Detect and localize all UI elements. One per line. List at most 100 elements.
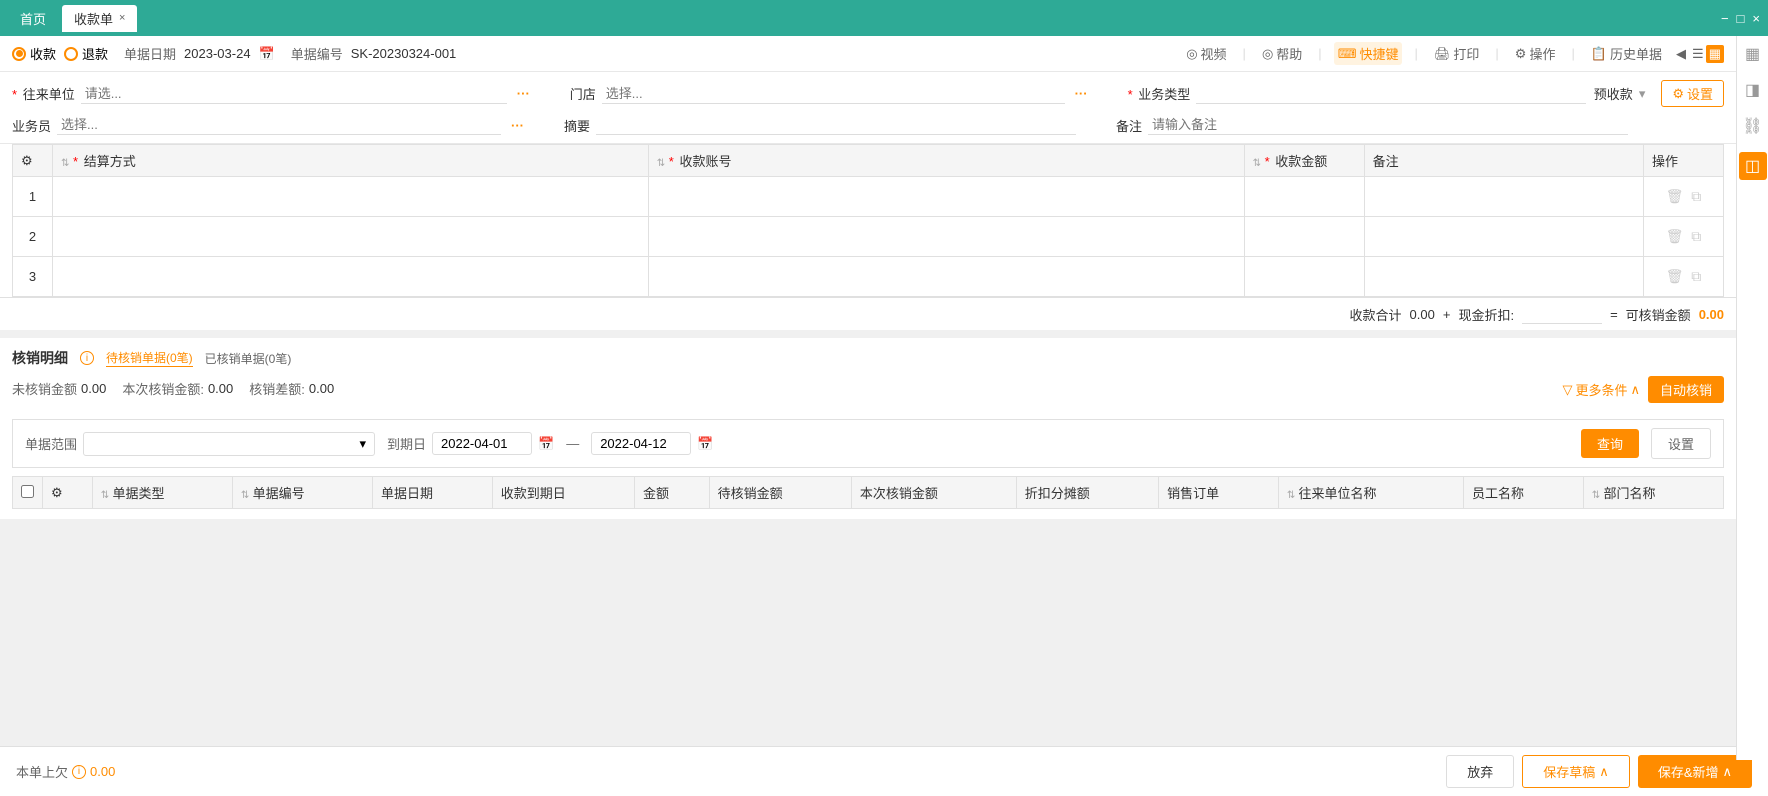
table-row: 3 🗑 ⧉	[13, 257, 1724, 297]
tab-pending[interactable]: 待核销单据(0笔)	[106, 349, 193, 367]
th-amount: 金额	[634, 477, 709, 509]
filter-icon: ▽	[1562, 382, 1572, 398]
row-copy-btn-2[interactable]: ⧉	[1691, 228, 1701, 244]
store-input[interactable]	[602, 84, 1065, 104]
summary-input[interactable]	[596, 115, 1076, 135]
row-account-2[interactable]	[648, 217, 1244, 257]
discount-input[interactable]	[1522, 304, 1602, 324]
tab-bar-left: 首页 收款单 ×	[8, 5, 137, 32]
video-icon: ◎	[1186, 46, 1197, 62]
row-account-1[interactable]	[648, 177, 1244, 217]
partner-input[interactable]	[81, 84, 507, 104]
row-amount-3[interactable]	[1244, 257, 1364, 297]
sidebar-icon-link[interactable]: ⛓	[1742, 116, 1762, 136]
date-to-input[interactable]	[591, 432, 691, 455]
save-draft-button[interactable]: 保存草稿 ∧	[1522, 755, 1630, 788]
reconcile-section: 核销明细 i 待核销单据(0笔) 已核销单据(0笔) 未核销金额 0.00 本次…	[0, 338, 1736, 519]
uncancelled-value: 0.00	[81, 381, 106, 396]
range-select[interactable]: ▾	[83, 432, 375, 456]
tab-active[interactable]: 收款单 ×	[62, 5, 137, 32]
date-to-field: 📅	[591, 432, 713, 455]
date-filter-row: 单据范围 ▾ 到期日 📅 — 📅 查询 设置	[12, 419, 1724, 468]
row-amount-1[interactable]	[1244, 177, 1364, 217]
store-more-btn[interactable]: ···	[1075, 86, 1088, 101]
row-account-3[interactable]	[648, 257, 1244, 297]
more-conditions-btn[interactable]: ▽ 更多条件 ∧	[1562, 380, 1640, 399]
window-minimize[interactable]: −	[1721, 11, 1729, 26]
uncancelled-label: 未核销金额	[12, 379, 77, 398]
history-icon: 📋	[1591, 46, 1607, 62]
sidebar-icon-sheet[interactable]: ◨	[1745, 80, 1760, 100]
th-doc-no: ⇅ 单据编号	[232, 477, 372, 509]
bottom-settings-btn[interactable]: 设置	[1651, 428, 1711, 459]
table-row: 2 🗑 ⧉	[13, 217, 1724, 257]
date-from-calendar-icon[interactable]: 📅	[538, 436, 554, 452]
bottom-table: ⚙ ⇅ 单据类型 ⇅ 单据编号 单据日期 收款到期日	[12, 476, 1724, 509]
th-settings[interactable]: ⚙	[13, 145, 53, 177]
row-payment-1[interactable]	[53, 177, 649, 217]
th-col-settings[interactable]: ⚙	[43, 477, 93, 509]
toolbar-right: ◎ 视频 | ◎ 帮助 | ⌨ 快捷键 | 🖨 打印 | ⚙ 操作	[1182, 42, 1724, 65]
sidebar-icon-table[interactable]: ▦	[1745, 44, 1760, 64]
right-sidebar: ▦ ◨ ⛓ ◫	[1736, 36, 1768, 760]
row-payment-3[interactable]	[53, 257, 649, 297]
sidebar-icon-active[interactable]: ◫	[1739, 152, 1767, 180]
row-payment-2[interactable]	[53, 217, 649, 257]
date-to-calendar-icon[interactable]: 📅	[697, 436, 713, 452]
reconcile-header: 核销明细 i 待核销单据(0笔) 已核销单据(0笔)	[12, 348, 1724, 368]
window-close[interactable]: ×	[1752, 11, 1760, 26]
table-header-row: ⚙ ⇅ * 结算方式 ⇅ * 收款账号 ⇅ * 收款	[13, 145, 1724, 177]
tab-done[interactable]: 已核销单据(0笔)	[205, 350, 292, 367]
row-copy-btn-3[interactable]: ⧉	[1691, 268, 1701, 284]
row-copy-btn-1[interactable]: ⧉	[1691, 188, 1701, 204]
row-remark-2[interactable]	[1364, 217, 1643, 257]
nav-grid-icon[interactable]: ▦	[1706, 45, 1724, 63]
remark-input[interactable]	[1148, 115, 1628, 135]
staff-field: 业务员 ···	[12, 115, 524, 135]
row-delete-btn-2[interactable]: 🗑	[1666, 228, 1684, 244]
btn-help[interactable]: ◎ 帮助	[1258, 42, 1306, 65]
biz-type-input[interactable]	[1196, 84, 1586, 104]
save-new-button[interactable]: 保存&新增 ∧	[1638, 755, 1752, 788]
date-from-input[interactable]	[432, 432, 532, 455]
row-index-1: 1	[13, 177, 53, 217]
staff-more-btn[interactable]: ···	[511, 118, 524, 133]
calendar-icon[interactable]: 📅	[259, 46, 275, 62]
btn-print[interactable]: 🖨 打印	[1430, 42, 1484, 65]
settings-gear-icon: ⚙	[1672, 86, 1684, 102]
radio-shoukuan[interactable]: 收款	[12, 44, 56, 63]
nav-menu-icon[interactable]: ☰	[1692, 46, 1704, 62]
window-maximize[interactable]: □	[1737, 11, 1745, 26]
query-btn[interactable]: 查询	[1581, 429, 1639, 458]
auto-reconcile-btn[interactable]: 自动核销	[1648, 376, 1724, 403]
doc-no-value: SK-20230324-001	[351, 46, 457, 61]
nav-prev-icon[interactable]: ◀	[1676, 46, 1686, 62]
tab-close-icon[interactable]: ×	[119, 12, 125, 24]
this-order-label: 本单上欠	[16, 762, 68, 781]
radio-tuikuan[interactable]: 退款	[64, 44, 108, 63]
btn-history[interactable]: 📋 历史单据	[1587, 42, 1666, 65]
partner-more-btn[interactable]: ···	[517, 86, 530, 101]
btn-video[interactable]: ◎ 视频	[1182, 42, 1230, 65]
row-amount-2[interactable]	[1244, 217, 1364, 257]
reconcile-info-icon[interactable]: i	[80, 351, 94, 365]
th-checkbox[interactable]	[13, 477, 43, 509]
select-all-checkbox[interactable]	[21, 485, 34, 498]
nav-arrows[interactable]: ◀ ☰ ▦	[1676, 45, 1724, 63]
btn-action[interactable]: ⚙ 操作	[1511, 42, 1560, 65]
doc-no-label: 单据编号	[291, 44, 343, 63]
abandon-button[interactable]: 放弃	[1446, 755, 1514, 788]
row-delete-btn-1[interactable]: 🗑	[1666, 188, 1684, 204]
th-pending-amount: 待核销金额	[709, 477, 851, 509]
row-remark-1[interactable]	[1364, 177, 1643, 217]
row-delete-btn-3[interactable]: 🗑	[1666, 268, 1684, 284]
biz-type-dropdown-icon[interactable]: ▾	[1639, 86, 1646, 102]
tab-home[interactable]: 首页	[8, 5, 58, 32]
sum-value: 0.00	[1410, 307, 1435, 322]
table-row: 1 🗑 ⧉	[13, 177, 1724, 217]
settings-button[interactable]: ⚙ 设置	[1661, 80, 1724, 107]
row-remark-3[interactable]	[1364, 257, 1643, 297]
btn-shortcut[interactable]: ⌨ 快捷键	[1334, 42, 1403, 65]
summary-field: 摘要	[564, 115, 1076, 135]
staff-input[interactable]	[57, 115, 501, 135]
